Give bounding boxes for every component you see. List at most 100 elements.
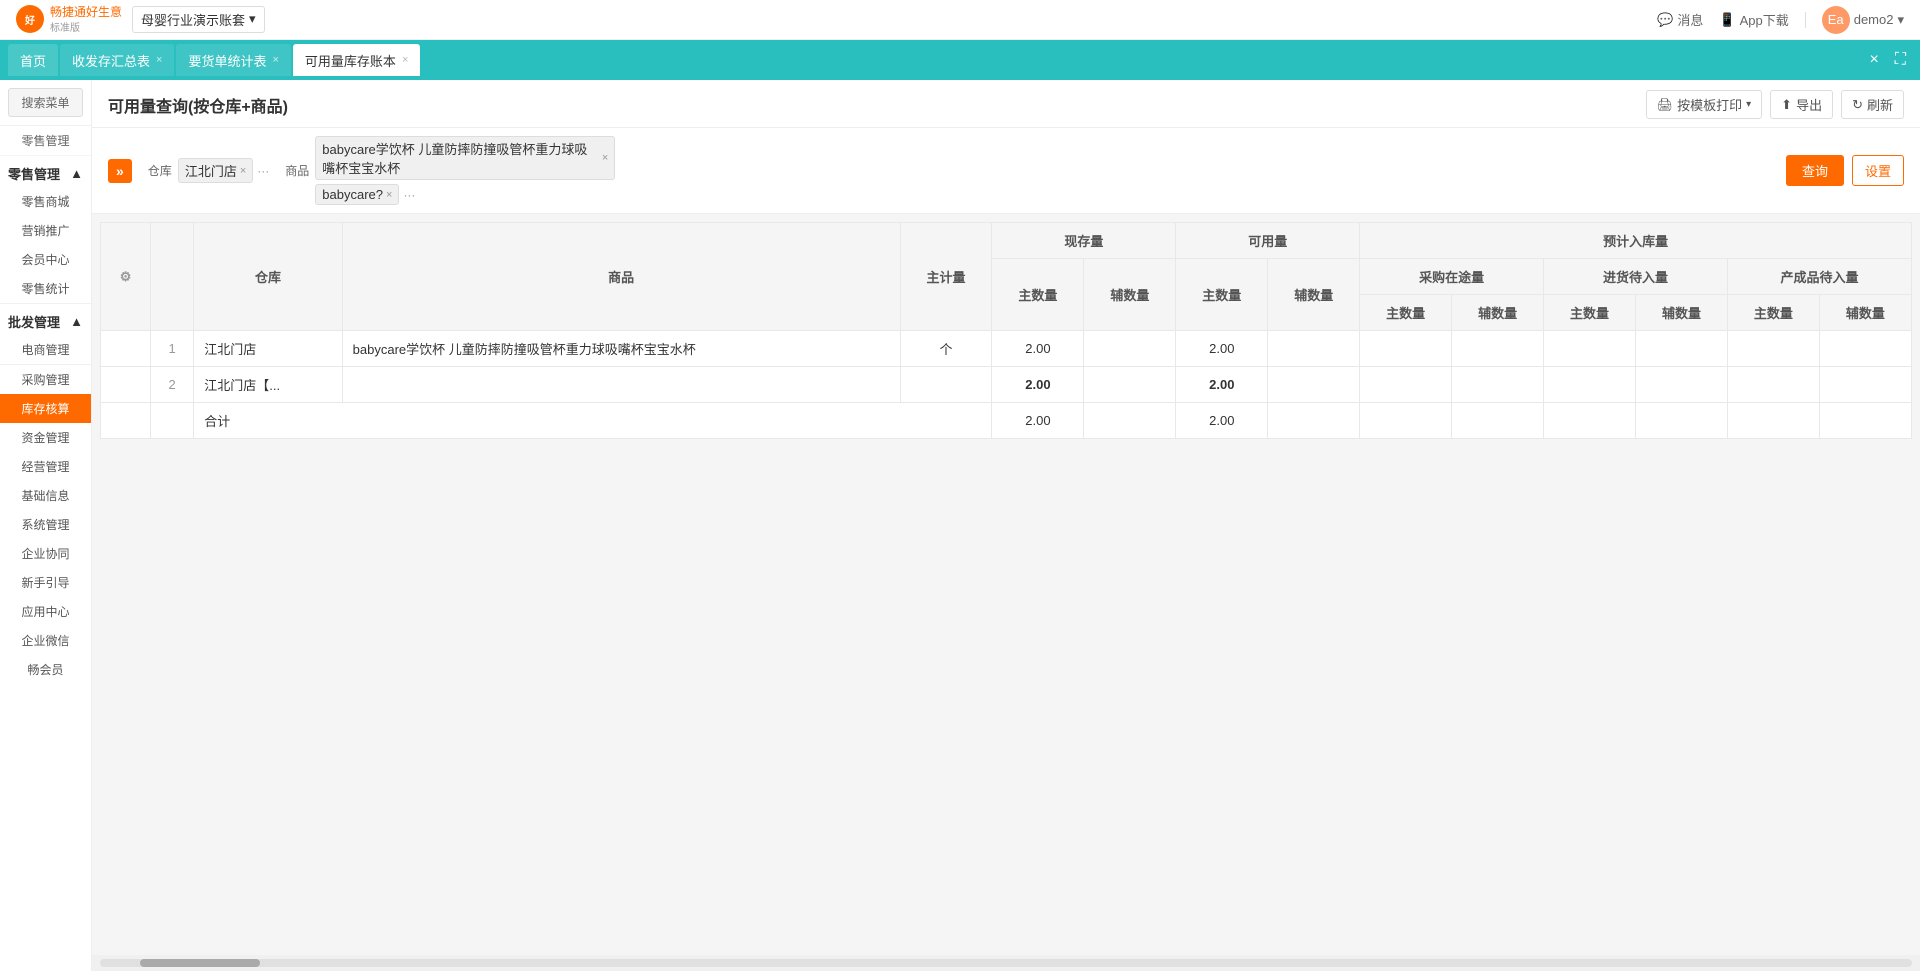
tab-yaohuo[interactable]: 要货单统计表 × [176,44,290,76]
warehouse-tag-jiangbei: 江北门店 × [178,158,253,183]
table-header-row-1: ⚙ 仓库 商品 主计量 现存量 可用量 预计入库量 [101,223,1912,259]
tab-home[interactable]: 首页 [8,44,58,76]
total-label: 合计 [194,403,992,439]
sidebar-item-marketing[interactable]: 营销推广 [0,216,91,245]
filter-action-buttons: 查询 设置 [1786,155,1904,186]
row2-avail-aux [1268,367,1360,403]
row1-prod-main [1727,331,1819,367]
product-filter-label: 商品 [285,162,309,179]
export-button[interactable]: ⬆ 导出 [1770,90,1833,119]
export-icon: ⬆ [1781,97,1792,113]
row1-inb-aux [1636,331,1728,367]
filter-expand-button[interactable]: » [108,159,132,183]
top-bar-right: 💬 消息 📱 App下载 Ea demo2 ▾ [1657,6,1904,34]
sidebar-item-operations[interactable]: 经营管理 [0,452,91,481]
fullscreen-button[interactable]: ⛶ [1889,49,1912,71]
sidebar-item-inventory[interactable]: 库存核算 [0,394,91,423]
refresh-label: 刷新 [1867,95,1893,114]
row2-gear [101,367,151,403]
total-num [151,403,194,439]
sidebar-item-system[interactable]: 系统管理 [0,510,91,539]
query-button[interactable]: 查询 [1786,155,1844,186]
scrollbar-thumb[interactable] [140,959,260,967]
refresh-button[interactable]: ↻ 刷新 [1841,90,1904,119]
sidebar-item-purchase[interactable]: 采购管理 [0,365,91,394]
chevron-down-icon: ▾ [1746,99,1751,110]
row2-prod-aux [1819,367,1911,403]
row1-gear [101,331,151,367]
sidebar-item-wechat[interactable]: 企业微信 [0,626,91,655]
top-bar-left: 好 畅捷通好生意 标准版 母婴行业演示账套 ▾ [16,5,265,34]
total-prod-main [1727,403,1819,439]
setting-button[interactable]: 设置 [1852,155,1904,186]
remove-product-tag2-button[interactable]: × [386,189,392,201]
row1-pur-aux [1452,331,1544,367]
tab-shoufacun-close[interactable]: × [156,54,162,66]
row2-inb-aux [1636,367,1728,403]
nav-tabs: 首页 收发存汇总表 × 要货单统计表 × 可用量库存账本 × × ⛶ [0,40,1920,80]
app-download-button[interactable]: 📱 App下载 [1719,10,1788,29]
print-template-button[interactable]: 🖨 按模板打印 ▾ [1646,90,1763,119]
page-header: 可用量查询(按仓库+商品) 🖨 按模板打印 ▾ ⬆ 导出 ↻ 刷新 [92,80,1920,128]
purchase-main-header: 主数量 [1360,295,1452,331]
gear-header[interactable]: ⚙ [101,223,151,331]
username-label: demo2 [1854,12,1894,27]
row1-prod-aux [1819,331,1911,367]
sidebar-item-appstore[interactable]: 应用中心 [0,597,91,626]
sidebar-item-collab[interactable]: 企业协同 [0,539,91,568]
total-pur-main [1360,403,1452,439]
purchase-aux-header: 辅数量 [1452,295,1544,331]
row2-num: 2 [151,367,194,403]
sidebar-item-basics[interactable]: 基础信息 [0,481,91,510]
inbound-main-header: 主数量 [1544,295,1636,331]
data-table: ⚙ 仓库 商品 主计量 现存量 可用量 预计入库量 主数量 辅数量 主数量 辅数… [100,222,1912,439]
product-tag-label: babycare学饮杯 儿童防摔防撞吸管杯重力球吸嘴杯宝宝水杯 [322,139,599,177]
sidebar-item-retail-mall[interactable]: 零售商城 [0,187,91,216]
export-label: 导出 [1796,95,1822,114]
row2-stock-main: 2.00 [992,367,1084,403]
sidebar-group-retail-header[interactable]: 零售管理 ▲ [0,156,91,187]
sidebar-item-members[interactable]: 会员中心 [0,245,91,274]
remove-warehouse-tag-button[interactable]: × [240,165,246,177]
product-more-button[interactable]: ··· [403,188,415,202]
product-tag-babycare: babycare学饮杯 儿童防摔防撞吸管杯重力球吸嘴杯宝宝水杯 × [315,136,615,180]
remove-product-tag-button[interactable]: × [602,152,608,164]
sidebar-item-member-plus[interactable]: 畅会员 [0,655,91,684]
production-subheader: 产成品待入量 [1727,259,1911,295]
tab-keyongliang-close[interactable]: × [402,54,408,66]
user-area[interactable]: Ea demo2 ▾ [1822,6,1904,34]
sidebar-item-quick-nav[interactable]: 零售管理 [0,126,91,156]
close-all-button[interactable]: × [1863,49,1884,71]
warehouse-more-button[interactable]: ··· [257,164,269,178]
page-actions: 🖨 按模板打印 ▾ ⬆ 导出 ↻ 刷新 [1646,90,1904,119]
message-icon: 💬 [1657,12,1673,28]
sidebar-item-finance[interactable]: 资金管理 [0,423,91,452]
scrollbar-track[interactable] [100,959,1912,967]
logo-sub: 标准版 [50,19,122,34]
row2-unit [900,367,992,403]
purchase-subheader: 采购在途量 [1360,259,1544,295]
sidebar-group-wholesale-header[interactable]: 批发管理 ▲ [0,304,91,335]
inbound-aux-header: 辅数量 [1636,295,1728,331]
industry-select[interactable]: 母婴行业演示账套 ▾ [132,6,265,33]
warehouse-tag-label: 江北门店 [185,161,237,180]
chevron-down-icon: ▾ [1897,12,1904,28]
avail-aux-header: 辅数量 [1268,259,1360,331]
filter-bar: » 仓库 江北门店 × ··· 商品 babycare学饮杯 儿童防摔防撞吸管杯… [92,128,1920,214]
sidebar-item-newbie[interactable]: 新手引导 [0,568,91,597]
sidebar-item-retail-stats[interactable]: 零售统计 [0,274,91,303]
sidebar-item-ecommerce[interactable]: 电商管理 [0,335,91,364]
production-aux-header: 辅数量 [1819,295,1911,331]
search-menu-button[interactable]: 搜索菜单 [8,88,83,117]
sidebar-group-wholesale: 批发管理 ▲ 电商管理 [0,304,91,365]
warehouse-filter-tags: 江北门店 × ··· [178,158,269,183]
tab-shoufacun[interactable]: 收发存汇总表 × [60,44,174,76]
warehouse-header: 仓库 [194,223,342,331]
total-stock-main: 2.00 [992,403,1084,439]
message-button[interactable]: 💬 消息 [1657,10,1703,29]
top-bar: 好 畅捷通好生意 标准版 母婴行业演示账套 ▾ 💬 消息 📱 App下载 Ea … [0,0,1920,40]
tab-yaohuo-close[interactable]: × [272,54,278,66]
tab-keyongliang[interactable]: 可用量库存账本 × [293,44,420,76]
warehouse-filter-group: 仓库 江北门店 × ··· [148,158,269,183]
tab-yaohuo-label: 要货单统计表 [188,51,266,70]
